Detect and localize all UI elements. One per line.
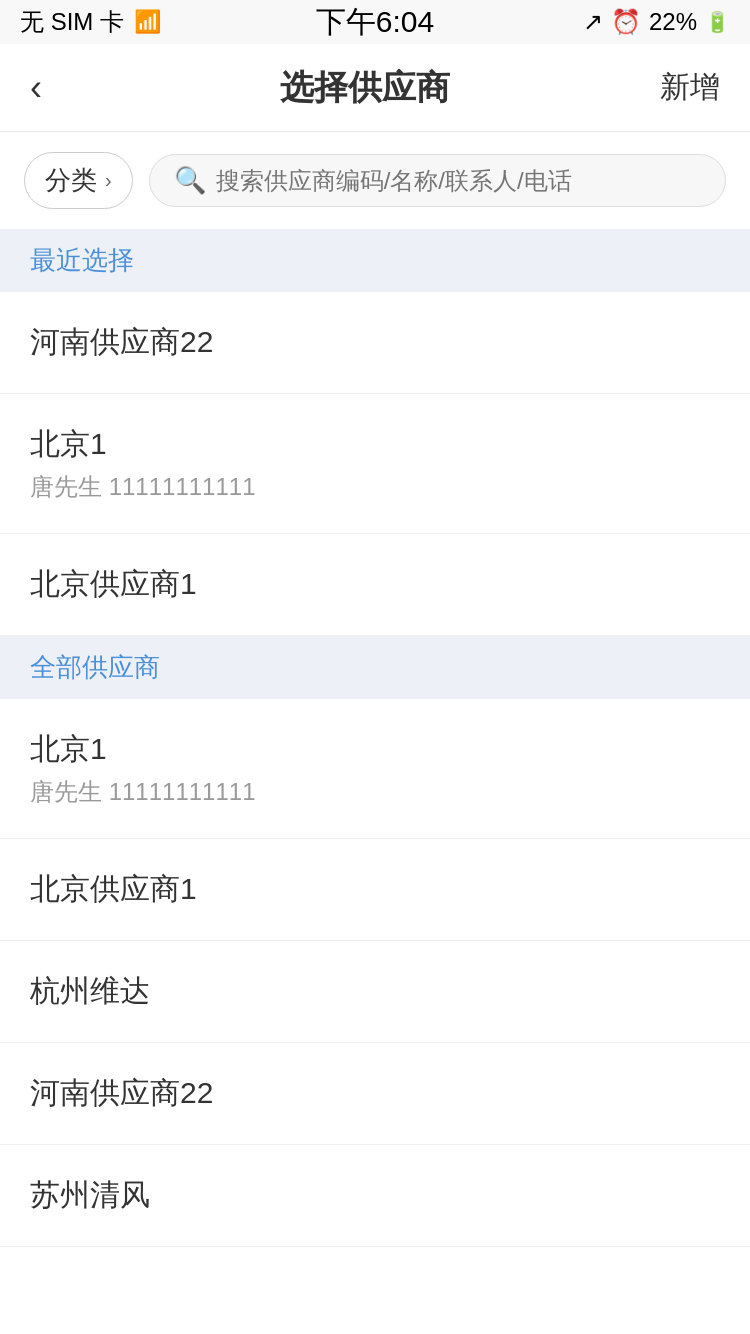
status-right: ↗ ⏰ 22% 🔋 xyxy=(583,8,730,36)
chevron-right-icon: › xyxy=(105,169,112,192)
item-name: 北京供应商1 xyxy=(30,564,720,605)
add-button[interactable]: 新增 xyxy=(640,67,720,108)
item-name: 杭州维达 xyxy=(30,971,720,1012)
nav-bar: ‹ 选择供应商 新增 xyxy=(0,44,750,132)
item-sub: 唐先生 11111111111 xyxy=(30,471,720,503)
page-title: 选择供应商 xyxy=(90,65,640,111)
recent-list: 河南供应商22 北京1 唐先生 11111111111 北京供应商1 xyxy=(0,292,750,636)
search-box: 🔍 xyxy=(149,154,726,207)
filter-bar: 分类 › 🔍 xyxy=(0,132,750,229)
battery-icon: 🔋 xyxy=(705,10,730,34)
recent-section-header: 最近选择 xyxy=(0,229,750,292)
all-section-header: 全部供应商 xyxy=(0,636,750,699)
recent-section-label: 最近选择 xyxy=(30,245,134,275)
status-bar: 无 SIM 卡 📶 下午6:04 ↗ ⏰ 22% 🔋 xyxy=(0,0,750,44)
list-item[interactable]: 北京1 唐先生 11111111111 xyxy=(0,394,750,534)
status-left: 无 SIM 卡 📶 xyxy=(20,6,161,38)
item-sub: 唐先生 11111111111 xyxy=(30,776,720,808)
item-name: 北京1 xyxy=(30,424,720,465)
list-item[interactable]: 北京1 唐先生 11111111111 xyxy=(0,699,750,839)
wifi-icon: 📶 xyxy=(134,9,161,35)
search-input[interactable] xyxy=(216,167,701,195)
list-item[interactable]: 杭州维达 xyxy=(0,941,750,1043)
search-icon: 🔍 xyxy=(174,165,206,196)
category-button[interactable]: 分类 › xyxy=(24,152,133,209)
list-item[interactable]: 北京供应商1 xyxy=(0,534,750,636)
list-item[interactable]: 河南供应商22 xyxy=(0,292,750,394)
list-item[interactable]: 北京供应商1 xyxy=(0,839,750,941)
item-name: 北京1 xyxy=(30,729,720,770)
back-button[interactable]: ‹ xyxy=(30,67,90,109)
battery-label: 22% xyxy=(649,8,697,36)
item-name: 北京供应商1 xyxy=(30,869,720,910)
carrier-label: 无 SIM 卡 xyxy=(20,6,124,38)
list-item[interactable]: 河南供应商22 xyxy=(0,1043,750,1145)
all-section-label: 全部供应商 xyxy=(30,652,160,682)
location-icon: ↗ xyxy=(583,8,603,36)
alarm-icon: ⏰ xyxy=(611,8,641,36)
category-label: 分类 xyxy=(45,163,97,198)
item-name: 苏州清风 xyxy=(30,1175,720,1216)
status-time: 下午6:04 xyxy=(316,2,434,43)
all-list: 北京1 唐先生 11111111111 北京供应商1 杭州维达河南供应商22 苏州清… xyxy=(0,699,750,1247)
item-name: 河南供应商22 xyxy=(30,322,720,363)
list-item[interactable]: 苏州清风 xyxy=(0,1145,750,1247)
item-name: 河南供应商22 xyxy=(30,1073,720,1114)
